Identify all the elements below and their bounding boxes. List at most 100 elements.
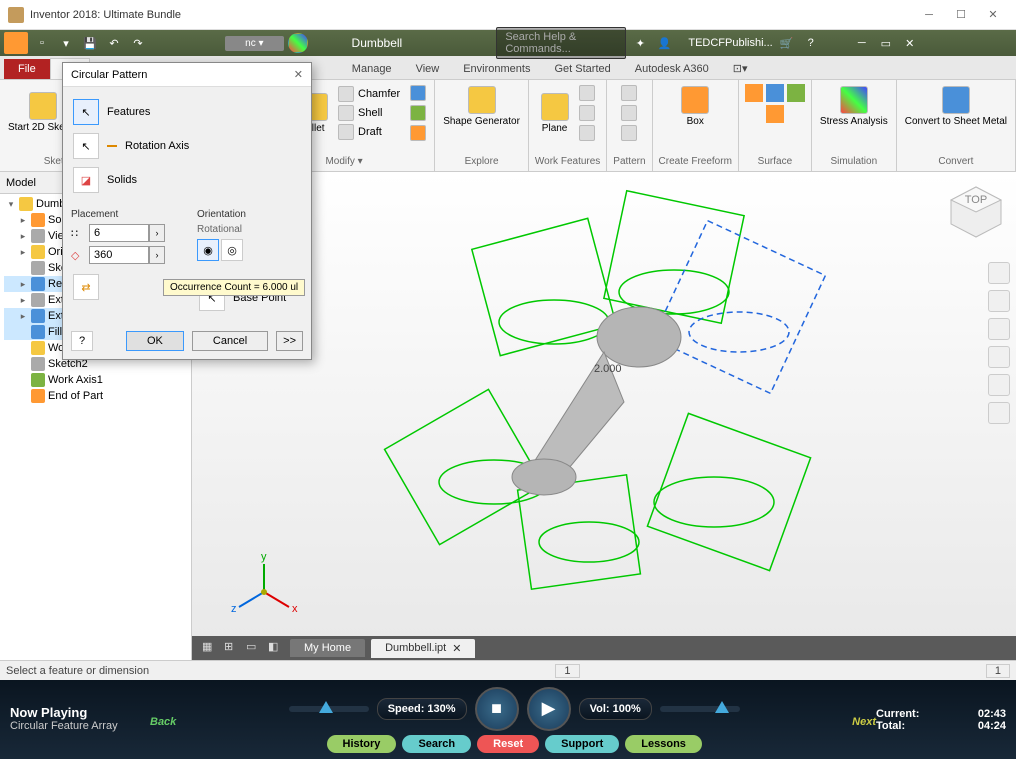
nav-steering-wheel-icon[interactable] xyxy=(988,290,1010,312)
circ-pattern-button[interactable] xyxy=(619,104,639,122)
cancel-button[interactable]: Cancel xyxy=(192,331,268,351)
minimize-button[interactable]: ─ xyxy=(914,3,944,27)
expand-icon[interactable]: ▸ xyxy=(18,215,28,225)
volume-scrub[interactable] xyxy=(660,706,740,712)
pointer-icon[interactable]: ✦ xyxy=(630,33,650,53)
surf-4-icon[interactable] xyxy=(745,105,763,123)
inner-close-icon[interactable]: ✕ xyxy=(900,33,920,53)
tree-item-end-of-part[interactable]: End of Part xyxy=(4,388,187,404)
tab-close-icon[interactable]: ✕ xyxy=(452,642,461,655)
surf-1-icon[interactable] xyxy=(745,84,763,102)
view-cube[interactable]: TOP xyxy=(946,182,1006,242)
nav-home-icon[interactable] xyxy=(988,262,1010,284)
play-button[interactable]: ▶ xyxy=(527,687,571,731)
lessons-button[interactable]: Lessons xyxy=(625,735,702,753)
angle-spinner[interactable]: › xyxy=(149,246,165,264)
qat-open-icon[interactable]: ▾ xyxy=(56,33,76,53)
tree-item-work-axis1[interactable]: Work Axis1 xyxy=(4,372,187,388)
ucs-button[interactable] xyxy=(577,124,597,142)
expand-icon[interactable]: ▸ xyxy=(18,311,28,321)
chamfer-button[interactable]: Chamfer xyxy=(336,85,402,103)
tab-file[interactable]: File xyxy=(4,59,50,79)
shape-generator-button[interactable]: Shape Generator xyxy=(441,84,522,129)
qat-save-icon[interactable]: 💾 xyxy=(80,33,100,53)
qat-undo-icon[interactable]: ↶ xyxy=(104,33,124,53)
nav-pan-icon[interactable] xyxy=(988,318,1010,340)
color-sphere-icon[interactable] xyxy=(288,33,308,53)
close-button[interactable]: ✕ xyxy=(978,3,1008,27)
history-button[interactable]: History xyxy=(327,735,397,753)
count-spinner[interactable]: › xyxy=(149,224,165,242)
support-button[interactable]: Support xyxy=(545,735,619,753)
tab-extra[interactable]: ⊡▾ xyxy=(721,58,760,79)
dialog-help-button[interactable]: ? xyxy=(71,331,93,351)
expand-button[interactable]: >> xyxy=(276,331,303,351)
stress-analysis-button[interactable]: Stress Analysis xyxy=(818,84,890,129)
back-button[interactable]: Back xyxy=(150,712,176,728)
view-mode-2-icon[interactable]: ⊞ xyxy=(224,640,240,656)
search-button[interactable]: Search xyxy=(402,735,471,753)
modify-1-button[interactable] xyxy=(408,84,428,102)
nav-orbit-icon[interactable] xyxy=(988,374,1010,396)
maximize-button[interactable]: ☐ xyxy=(946,3,976,27)
viewport-canvas[interactable]: 2.000 x y z TOP ▦ ⊞ ▭ ◧ My Home xyxy=(192,172,1016,660)
expand-icon[interactable] xyxy=(18,375,28,385)
modify-2-button[interactable] xyxy=(408,104,428,122)
expand-icon[interactable] xyxy=(18,263,28,273)
surf-3-icon[interactable] xyxy=(787,84,805,102)
expand-icon[interactable]: ▸ xyxy=(18,295,28,305)
convert-sheet-metal-button[interactable]: Convert to Sheet Metal xyxy=(903,84,1009,129)
tab-get-started[interactable]: Get Started xyxy=(542,59,622,79)
select-axis-button[interactable]: ↖ xyxy=(73,133,99,159)
tab-view[interactable]: View xyxy=(404,59,452,79)
tab-manage[interactable]: Manage xyxy=(340,59,404,79)
tab-environments[interactable]: Environments xyxy=(451,59,542,79)
shell-button[interactable]: Shell xyxy=(336,104,402,122)
rect-pattern-button[interactable] xyxy=(619,84,639,102)
cart-icon[interactable]: 🛒 xyxy=(777,33,797,53)
plane-button[interactable]: Plane xyxy=(539,91,571,136)
expand-icon[interactable]: ▸ xyxy=(18,279,28,289)
surf-2-icon[interactable] xyxy=(766,84,784,102)
select-features-button[interactable]: ↖ xyxy=(73,99,99,125)
help-icon[interactable]: ? xyxy=(801,33,821,53)
axis-button[interactable] xyxy=(577,84,597,102)
surf-6-icon[interactable] xyxy=(787,105,805,123)
speed-scrub[interactable] xyxy=(289,706,369,712)
nav-lookat-icon[interactable] xyxy=(988,402,1010,424)
expand-icon[interactable]: ▾ xyxy=(6,199,16,209)
expand-icon[interactable] xyxy=(18,327,28,337)
expand-icon[interactable]: ▸ xyxy=(18,247,28,257)
box-button[interactable]: Box xyxy=(679,84,711,129)
view-mode-1-icon[interactable]: ▦ xyxy=(202,640,218,656)
expand-icon[interactable]: ▸ xyxy=(18,231,28,241)
ok-button[interactable]: OK xyxy=(126,331,184,351)
qat-new-icon[interactable]: ▫ xyxy=(32,33,52,53)
reset-button[interactable]: Reset xyxy=(477,735,539,753)
help-search-input[interactable]: Search Help & Commands... xyxy=(496,27,626,59)
dialog-header[interactable]: Circular Pattern ✕ xyxy=(63,63,311,87)
occurrence-count-input[interactable] xyxy=(89,224,149,242)
qat-redo-icon[interactable]: ↷ xyxy=(128,33,148,53)
tab-document[interactable]: Dumbbell.ipt✕ xyxy=(371,639,475,658)
expand-icon[interactable] xyxy=(18,391,28,401)
view-mode-3-icon[interactable]: ▭ xyxy=(246,640,262,656)
tab-my-home[interactable]: My Home xyxy=(290,639,365,657)
angle-input[interactable] xyxy=(89,246,149,264)
mirror-button[interactable] xyxy=(619,124,639,142)
expand-icon[interactable] xyxy=(18,343,28,353)
dialog-close-icon[interactable]: ✕ xyxy=(294,68,303,81)
inner-minimize-icon[interactable]: ─ xyxy=(852,33,872,53)
orientation-rotational-button[interactable]: ◉ xyxy=(197,239,219,261)
view-mode-4-icon[interactable]: ◧ xyxy=(268,640,284,656)
appearance-dropdown[interactable]: nc ▾ xyxy=(225,36,283,51)
surf-5-icon[interactable] xyxy=(766,105,784,123)
stop-button[interactable]: ■ xyxy=(475,687,519,731)
modify-3-button[interactable] xyxy=(408,124,428,142)
user-label[interactable]: TEDCFPublishi... xyxy=(688,37,772,49)
inner-restore-icon[interactable]: ▭ xyxy=(876,33,896,53)
point-button[interactable] xyxy=(577,104,597,122)
select-solids-button[interactable]: ◪ xyxy=(73,167,99,193)
user-icon[interactable]: 👤 xyxy=(654,33,674,53)
nav-zoom-icon[interactable] xyxy=(988,346,1010,368)
